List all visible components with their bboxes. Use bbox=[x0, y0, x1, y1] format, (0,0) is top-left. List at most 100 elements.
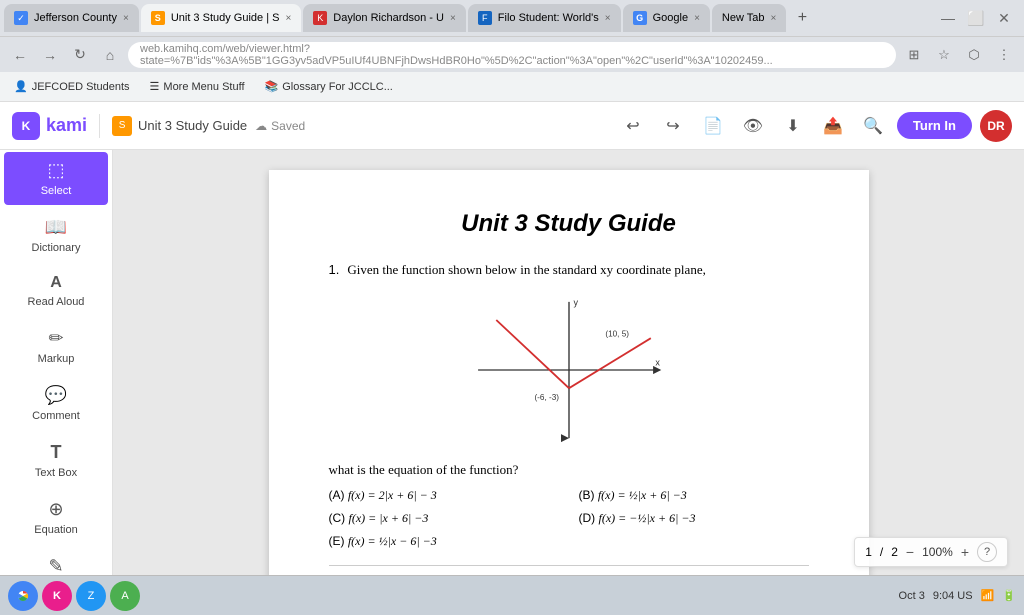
tab-favicon-2: S bbox=[151, 11, 165, 25]
tab-close-3[interactable]: × bbox=[450, 13, 456, 24]
back-button[interactable]: ← bbox=[8, 43, 32, 67]
choice-b-formula: f(x) = ½|x + 6| −3 bbox=[598, 488, 687, 502]
bookmark-label-1: JEFCOED Students bbox=[32, 81, 130, 93]
tab-title-6: New Tab bbox=[722, 12, 765, 24]
choice-e: (E) f(x) = ½|x − 6| −3 bbox=[329, 534, 559, 549]
choice-c: (C) f(x) = |x + 6| −3 bbox=[329, 511, 559, 526]
home-button[interactable]: ⌂ bbox=[98, 43, 122, 67]
saved-indicator: ☁ Saved bbox=[255, 119, 305, 133]
new-tab-button[interactable]: + bbox=[788, 4, 816, 32]
tab-new-tab[interactable]: New Tab × bbox=[712, 4, 786, 32]
sidebar-label-comment: Comment bbox=[32, 410, 80, 422]
bookmark-more-menu[interactable]: ☰ More Menu Stuff bbox=[144, 78, 251, 95]
sidebar-label-select: Select bbox=[41, 185, 72, 197]
app4-taskbar-icon[interactable]: A bbox=[110, 581, 140, 611]
help-button[interactable]: ? bbox=[977, 542, 997, 562]
document-button[interactable]: 📄 bbox=[697, 110, 729, 142]
equation-icon: ⊕ bbox=[48, 499, 63, 520]
question-1-header: 1. Given the function shown below in the… bbox=[329, 262, 809, 278]
taskbar: K Z A Oct 3 9:04 US 📶 🔋 bbox=[0, 575, 1024, 615]
zoom-in-button[interactable]: + bbox=[961, 544, 969, 560]
answer-choices: (A) f(x) = 2|x + 6| − 3 (B) f(x) = ½|x +… bbox=[329, 488, 809, 549]
sidebar: ⬚ Select 📖 Dictionary A Read Aloud ✏ Mar… bbox=[0, 150, 113, 575]
view-button[interactable]: 👁 bbox=[737, 110, 769, 142]
tab-close-5[interactable]: × bbox=[694, 13, 700, 24]
document-title: Unit 3 Study Guide bbox=[329, 210, 809, 238]
sidebar-item-equation[interactable]: ⊕ Equation bbox=[4, 491, 108, 544]
graph-area: x y (10, 5) (-6, -3) bbox=[329, 290, 809, 450]
extensions-icon[interactable]: ⬡ bbox=[962, 43, 986, 67]
svg-text:(-6, -3): (-6, -3) bbox=[534, 393, 559, 402]
markup-icon: ✏ bbox=[48, 328, 63, 349]
tab-title-2: Unit 3 Study Guide | S bbox=[171, 12, 280, 24]
choice-e-formula: f(x) = ½|x − 6| −3 bbox=[348, 534, 437, 548]
tab-close-2[interactable]: × bbox=[285, 13, 291, 24]
refresh-button[interactable]: ↻ bbox=[68, 43, 92, 67]
taskbar-time: 9:04 US bbox=[933, 590, 973, 602]
forward-button[interactable]: → bbox=[38, 43, 62, 67]
search-button[interactable]: 🔍 bbox=[857, 110, 889, 142]
tab-favicon-1: ✓ bbox=[14, 11, 28, 25]
sidebar-label-read-aloud: Read Aloud bbox=[28, 296, 85, 308]
sidebar-item-comment[interactable]: 💬 Comment bbox=[4, 377, 108, 430]
cast-icon[interactable]: ⊞ bbox=[902, 43, 926, 67]
address-bar: ← → ↻ ⌂ web.kamihq.com/web/viewer.html?s… bbox=[0, 36, 1024, 72]
zoom-out-button[interactable]: − bbox=[906, 544, 914, 560]
question-1-text: Given the function shown below in the st… bbox=[347, 262, 706, 278]
choice-e-label: (E) bbox=[329, 534, 348, 548]
comment-icon: 💬 bbox=[45, 385, 67, 406]
tab-close-4[interactable]: × bbox=[605, 13, 611, 24]
sidebar-item-dictionary[interactable]: 📖 Dictionary bbox=[4, 209, 108, 262]
download-button[interactable]: ⬇ bbox=[777, 110, 809, 142]
choice-c-label: (C) bbox=[329, 511, 349, 525]
tab-close-1[interactable]: × bbox=[123, 13, 129, 24]
tab-close-6[interactable]: × bbox=[771, 13, 777, 24]
sidebar-item-select[interactable]: ⬚ Select bbox=[4, 152, 108, 205]
select-icon: ⬚ bbox=[47, 160, 64, 181]
sidebar-label-markup: Markup bbox=[38, 353, 75, 365]
bookmark-glossary[interactable]: 📚 Glossary For JCCLC... bbox=[259, 78, 399, 95]
sidebar-label-equation: Equation bbox=[34, 524, 77, 536]
choice-a: (A) f(x) = 2|x + 6| − 3 bbox=[329, 488, 559, 503]
user-avatar[interactable]: DR bbox=[980, 110, 1012, 142]
bookmark-star-icon[interactable]: ☆ bbox=[932, 43, 956, 67]
tab-study-guide[interactable]: S Unit 3 Study Guide | S × bbox=[141, 4, 301, 32]
tab-filo[interactable]: F Filo Student: World's × bbox=[468, 4, 621, 32]
bookmark-jefcoed[interactable]: 👤 JEFCOED Students bbox=[8, 78, 136, 95]
sidebar-item-drawing[interactable]: ✎ Drawing bbox=[4, 548, 108, 575]
redo-button[interactable]: ↪ bbox=[657, 110, 689, 142]
undo-button[interactable]: ↩ bbox=[617, 110, 649, 142]
tab-daylon[interactable]: K Daylon Richardson - U × bbox=[303, 4, 466, 32]
restore-button[interactable]: ⬜ bbox=[964, 6, 988, 30]
bookmark-icon-3: 📚 bbox=[265, 80, 279, 93]
svg-text:y: y bbox=[573, 297, 578, 307]
sub-question-text: what is the equation of the function? bbox=[329, 462, 809, 478]
minimize-button[interactable]: — bbox=[936, 6, 960, 30]
toolbar-right: ↩ ↪ 📄 👁 ⬇ 📤 🔍 Turn In DR bbox=[617, 110, 1012, 142]
sidebar-item-read-aloud[interactable]: A Read Aloud bbox=[4, 266, 108, 316]
tab-jefferson-county[interactable]: ✓ Jefferson County × bbox=[4, 4, 139, 32]
zoom-taskbar-icon[interactable]: Z bbox=[76, 581, 106, 611]
choice-a-label: (A) bbox=[329, 488, 348, 502]
choice-d: (D) f(x) = −½|x + 6| −3 bbox=[579, 511, 809, 526]
cloud-save-icon: ☁ bbox=[255, 119, 267, 133]
address-input[interactable]: web.kamihq.com/web/viewer.html?state=%7B… bbox=[128, 42, 896, 68]
choice-b: (B) f(x) = ½|x + 6| −3 bbox=[579, 488, 809, 503]
share-button[interactable]: 📤 bbox=[817, 110, 849, 142]
wifi-icon: 📶 bbox=[981, 589, 995, 602]
app-body: ⬚ Select 📖 Dictionary A Read Aloud ✏ Mar… bbox=[0, 150, 1024, 575]
tab-google[interactable]: G Google × bbox=[623, 4, 710, 32]
kami-taskbar-icon[interactable]: K bbox=[42, 581, 72, 611]
choice-d-label: (D) bbox=[579, 511, 599, 525]
close-window-button[interactable]: ✕ bbox=[992, 6, 1016, 30]
bookmarks-bar: 👤 JEFCOED Students ☰ More Menu Stuff 📚 G… bbox=[0, 72, 1024, 102]
sidebar-item-markup[interactable]: ✏ Markup bbox=[4, 320, 108, 373]
taskbar-date: Oct 3 bbox=[899, 590, 925, 602]
dictionary-icon: 📖 bbox=[45, 217, 67, 238]
menu-icon[interactable]: ⋮ bbox=[992, 43, 1016, 67]
turn-in-button[interactable]: Turn In bbox=[897, 112, 972, 139]
choice-d-formula: f(x) = −½|x + 6| −3 bbox=[599, 511, 696, 525]
doc-title: Unit 3 Study Guide bbox=[138, 118, 247, 133]
sidebar-item-text-box[interactable]: T Text Box bbox=[4, 434, 108, 487]
chrome-taskbar-icon[interactable] bbox=[8, 581, 38, 611]
